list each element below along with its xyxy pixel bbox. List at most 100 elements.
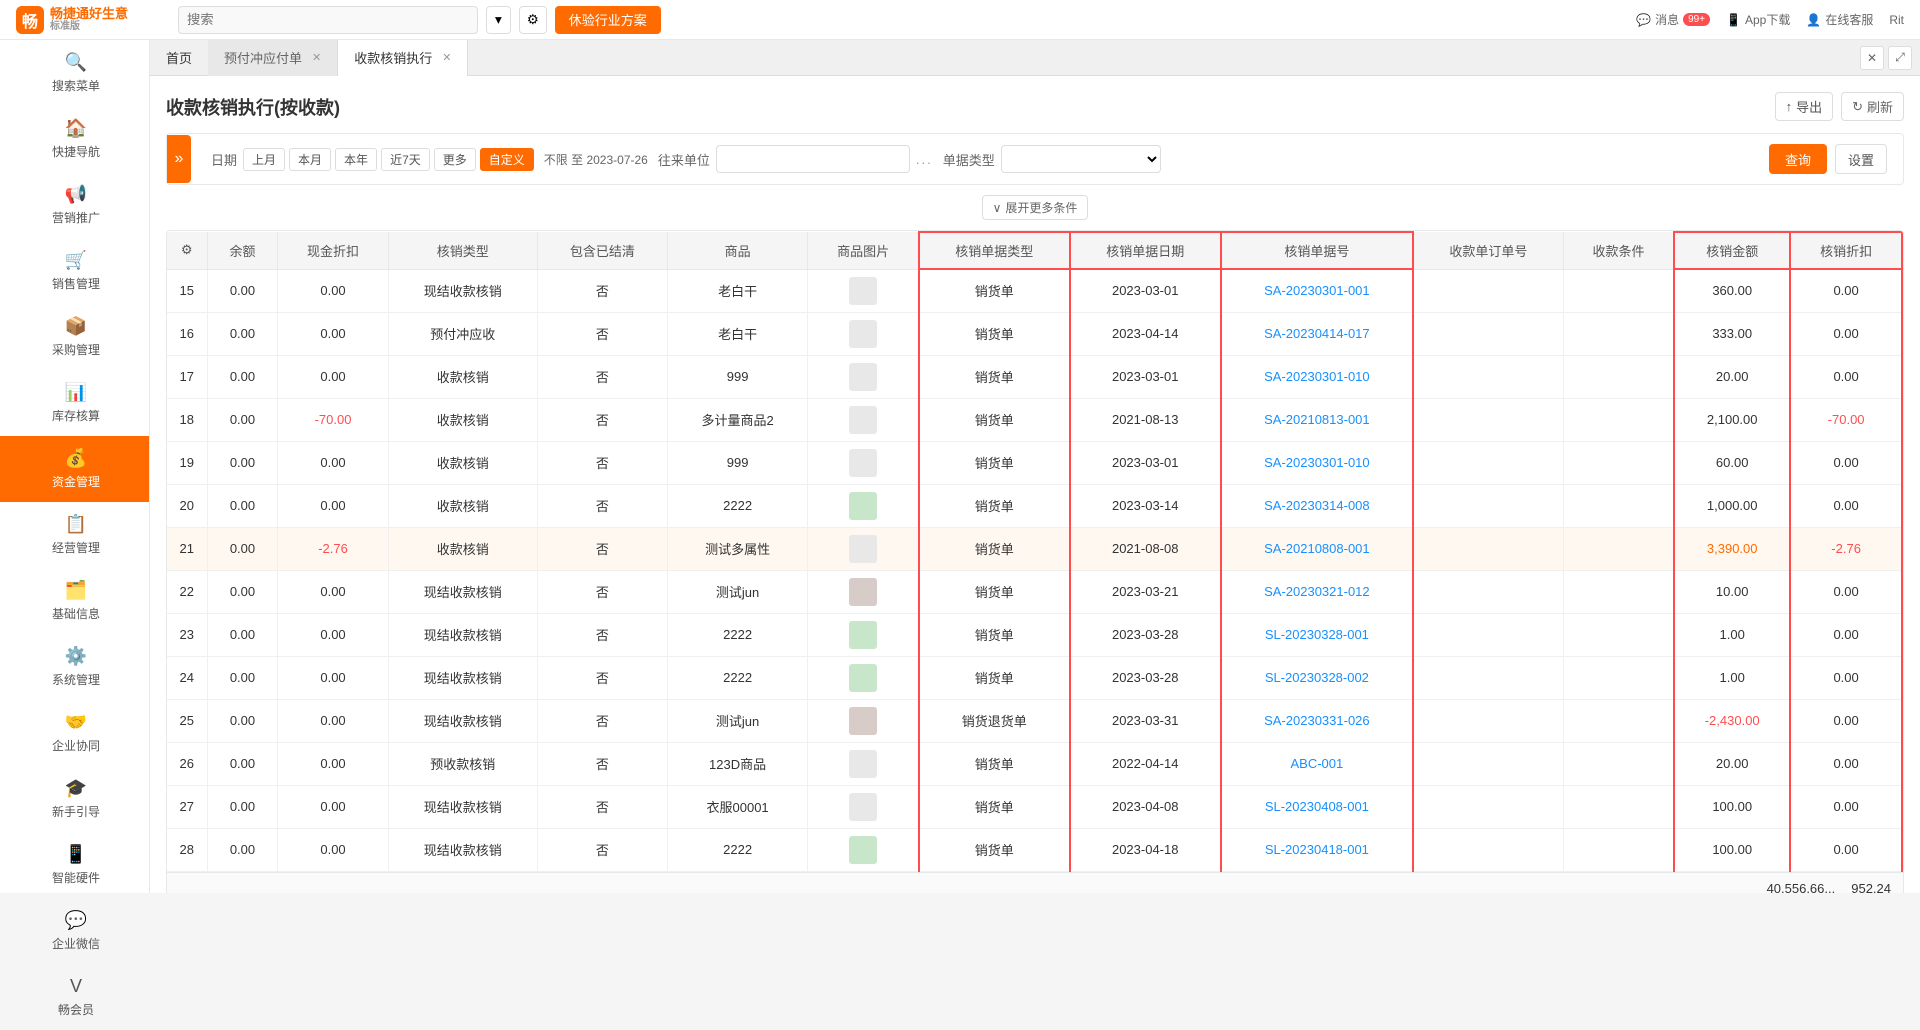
cell-doc-type: 销货单 <box>919 785 1070 828</box>
filter-dots: ... <box>916 152 933 167</box>
cell-id: 15 <box>167 269 207 312</box>
sidebar-item-enterprise[interactable]: 🤝企业协同 <box>0 700 149 766</box>
doc-no-link[interactable]: SA-20230314-008 <box>1264 498 1370 513</box>
tab-home[interactable]: 首页 <box>150 40 208 76</box>
sidebar-item-inventory[interactable]: 📊库存核算 <box>0 370 149 436</box>
doc-no-link[interactable]: ABC-001 <box>1291 756 1344 771</box>
doc-no-link[interactable]: SA-20230301-010 <box>1264 369 1370 384</box>
sidebar-icon-guide: 🎓 <box>65 778 87 799</box>
sidebar-item-hardware[interactable]: 📱智能硬件 <box>0 832 149 898</box>
online-service-item[interactable]: 👤 在线客服 <box>1806 11 1873 28</box>
cell-settled: 否 <box>537 355 667 398</box>
cell-type: 预付冲应收 <box>388 312 537 355</box>
tab-restore-button[interactable]: ⤢ <box>1888 46 1912 70</box>
export-button[interactable]: ↑ 导出 <box>1775 92 1834 121</box>
tab-collection-close[interactable]: ✕ <box>442 51 451 64</box>
cell-balance: 0.00 <box>207 785 278 828</box>
doc-no-link[interactable]: SA-20230331-026 <box>1264 713 1370 728</box>
sidebar-item-finance[interactable]: 💰资金管理 <box>0 436 149 502</box>
doc-no-link[interactable]: SA-20210808-001 <box>1264 541 1370 556</box>
query-button[interactable]: 查询 <box>1769 144 1827 174</box>
settings-gear-button[interactable]: ⚙ <box>519 6 547 34</box>
doc-no-link[interactable]: SA-20230414-017 <box>1264 326 1370 341</box>
doc-no-link[interactable]: SA-20230321-012 <box>1264 584 1370 599</box>
sidebar-item-basic-info[interactable]: 🗂️基础信息 <box>0 568 149 634</box>
cell-balance: 0.00 <box>207 441 278 484</box>
last-month-btn[interactable]: 上月 <box>243 148 285 171</box>
cell-doc-date: 2021-08-08 <box>1070 527 1221 570</box>
page-title-bar: 收款核销执行(按收款) ↑ 导出 ↻ 刷新 <box>166 92 1904 121</box>
sidebar-item-quick-nav[interactable]: 🏠快捷导航 <box>0 106 149 172</box>
cell-order-no <box>1413 484 1563 527</box>
cell-product: 123D商品 <box>667 742 808 785</box>
tab-collection[interactable]: 收款核销执行 ✕ <box>338 40 468 76</box>
messages-item[interactable]: 💬 消息 99+ <box>1636 11 1710 28</box>
doc-no-link[interactable]: SL-20230408-001 <box>1265 799 1369 814</box>
product-image <box>849 836 877 864</box>
doc-no-link[interactable]: SL-20230418-001 <box>1265 842 1369 857</box>
date-filter-label: 日期 <box>211 150 237 169</box>
table-row: 25 0.00 0.00 现结收款核销 否 测试jun 销货退货单 2023-0… <box>167 699 1902 742</box>
date-range-text: 不限 至 2023-07-26 <box>544 151 648 168</box>
cell-id: 16 <box>167 312 207 355</box>
cell-balance: 0.00 <box>207 484 278 527</box>
cell-doc-date: 2023-03-31 <box>1070 699 1221 742</box>
cell-product-img <box>808 699 919 742</box>
messages-badge: 99+ <box>1683 13 1710 26</box>
app-download-item[interactable]: 📱 App下载 <box>1726 11 1790 28</box>
sidebar-label-basic-info: 基础信息 <box>52 605 100 622</box>
filter-settings-button[interactable]: 设置 <box>1835 144 1887 174</box>
sidebar-label-guide: 新手引导 <box>52 803 100 820</box>
cell-discount: 0.00 <box>1790 828 1902 871</box>
sidebar-item-purchase[interactable]: 📦采购管理 <box>0 304 149 370</box>
doc-no-link[interactable]: SA-20210813-001 <box>1264 412 1370 427</box>
table-row: 24 0.00 0.00 现结收款核销 否 2222 销货单 2023-03-2… <box>167 656 1902 699</box>
cell-doc-no: SL-20230328-001 <box>1221 613 1413 656</box>
sidebar-icon-inventory: 📊 <box>65 382 87 403</box>
sidebar-item-guide[interactable]: 🎓 新手引导 <box>0 766 149 832</box>
filter-toggle-button[interactable]: » <box>167 135 191 183</box>
cell-doc-type: 销货单 <box>919 828 1070 871</box>
sidebar-item-search[interactable]: 🔍搜索菜单 <box>0 40 149 106</box>
th-cash-discount: 现金折扣 <box>278 232 388 269</box>
sidebar-item-member[interactable]: V畅会员 <box>0 964 149 1030</box>
footer-total-amount: 40,556,66... <box>1767 881 1836 894</box>
doc-no-link[interactable]: SL-20230328-002 <box>1265 670 1369 685</box>
refresh-button[interactable]: ↻ 刷新 <box>1841 92 1904 121</box>
sidebar-item-wechat[interactable]: 💬企业微信 <box>0 898 149 964</box>
receipt-type-select[interactable] <box>1001 145 1161 173</box>
sidebar-item-operations[interactable]: 📋经营管理 <box>0 502 149 568</box>
expand-more-bar: ∨ 展开更多条件 <box>166 195 1904 220</box>
topbar-search-input[interactable] <box>178 6 478 34</box>
sidebar-item-system[interactable]: ⚙️系统管理 <box>0 634 149 700</box>
sidebar-item-marketing[interactable]: 📢营销推广 <box>0 172 149 238</box>
this-month-btn[interactable]: 本月 <box>289 148 331 171</box>
partner-input[interactable] <box>716 145 910 173</box>
online-service-label: 在线客服 <box>1825 11 1873 28</box>
cell-order-no <box>1413 570 1563 613</box>
tab-close-all-button[interactable]: ✕ <box>1860 46 1884 70</box>
service-icon: 👤 <box>1806 13 1821 27</box>
more-date-btn[interactable]: 更多 <box>434 148 476 171</box>
cell-doc-date: 2021-08-13 <box>1070 398 1221 441</box>
tab-prepay-close[interactable]: ✕ <box>312 51 321 64</box>
app-edition: 标准版 <box>50 21 128 33</box>
custom-date-btn[interactable]: 自定义 <box>480 148 534 171</box>
doc-no-link[interactable]: SA-20230301-001 <box>1264 283 1370 298</box>
cell-discount: 0.00 <box>1790 312 1902 355</box>
sidebar-item-sales[interactable]: 🛒销售管理 <box>0 238 149 304</box>
tab-prepay[interactable]: 预付冲应付单 ✕ <box>208 40 338 76</box>
last-7days-btn[interactable]: 近7天 <box>381 148 430 171</box>
dropdown-button[interactable]: ▾ <box>486 6 511 34</box>
expand-more-button[interactable]: ∨ 展开更多条件 <box>982 195 1089 220</box>
cell-doc-type: 销货单 <box>919 613 1070 656</box>
this-year-btn[interactable]: 本年 <box>335 148 377 171</box>
cell-order-no <box>1413 742 1563 785</box>
doc-no-link[interactable]: SL-20230328-001 <box>1265 627 1369 642</box>
user-item[interactable]: Rit <box>1889 13 1904 27</box>
doc-no-link[interactable]: SA-20230301-010 <box>1264 455 1370 470</box>
cell-doc-date: 2023-03-28 <box>1070 613 1221 656</box>
cell-doc-no: SA-20230301-010 <box>1221 441 1413 484</box>
title-actions: ↑ 导出 ↻ 刷新 <box>1775 92 1904 121</box>
solution-button[interactable]: 休验行业方案 <box>555 6 661 34</box>
